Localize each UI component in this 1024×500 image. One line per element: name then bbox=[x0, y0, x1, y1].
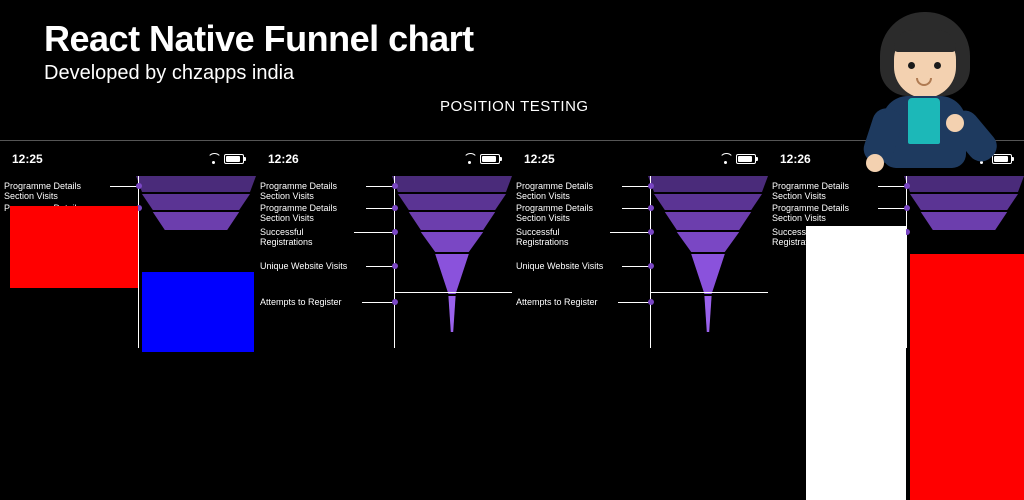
dot-icon bbox=[648, 205, 654, 211]
funnel-segment bbox=[392, 194, 512, 210]
section-label: POSITION TESTING bbox=[440, 98, 589, 115]
battery-icon bbox=[992, 154, 1012, 164]
funnel-label: Programme Details Section Visits bbox=[260, 204, 354, 224]
battery-icon bbox=[224, 154, 244, 164]
wifi-icon bbox=[463, 155, 476, 164]
dot-icon bbox=[392, 205, 398, 211]
wifi-icon bbox=[719, 155, 732, 164]
funnel-segment bbox=[648, 232, 768, 252]
axis-vertical bbox=[650, 176, 651, 348]
funnel-segment bbox=[648, 212, 768, 230]
panel-3: 12:25 Programme Details Section Visits P… bbox=[512, 146, 768, 500]
dot-icon bbox=[648, 229, 654, 235]
funnel-chart bbox=[648, 176, 768, 346]
funnel-segment bbox=[648, 254, 768, 294]
page-title: React Native Funnel chart bbox=[44, 18, 474, 60]
axis-vertical bbox=[394, 176, 395, 348]
axis-horizontal bbox=[650, 292, 768, 293]
funnel-label: Successful Registrations bbox=[260, 228, 354, 248]
avatar-illustration bbox=[862, 12, 992, 182]
status-icons bbox=[207, 154, 244, 164]
funnel-label: Programme Details Section Visits bbox=[260, 182, 354, 202]
connector-line bbox=[618, 302, 652, 303]
funnel-segment bbox=[136, 176, 256, 192]
funnel-label: Programme Details Section Visits bbox=[516, 182, 610, 202]
funnel-segment bbox=[904, 212, 1024, 230]
axis-horizontal bbox=[394, 292, 512, 293]
dot-icon bbox=[392, 263, 398, 269]
funnel-segment bbox=[392, 232, 512, 252]
funnel-label: Attempts to Register bbox=[516, 298, 598, 308]
dot-icon bbox=[904, 183, 910, 189]
funnel-segment bbox=[392, 296, 512, 332]
panel-1: 12:25 Programme Details Section Visits P… bbox=[0, 146, 256, 500]
panel-2: 12:26 Programme Details Section Visits P… bbox=[256, 146, 512, 500]
dot-icon bbox=[392, 183, 398, 189]
funnel-segment bbox=[392, 254, 512, 294]
funnel-label: Programme Details Section Visits bbox=[772, 182, 866, 202]
funnel-label: Attempts to Register bbox=[260, 298, 342, 308]
connector-line bbox=[362, 302, 396, 303]
dot-icon bbox=[904, 205, 910, 211]
funnel-segment bbox=[904, 194, 1024, 210]
status-time: 12:26 bbox=[268, 152, 299, 166]
funnel-segment bbox=[136, 194, 256, 210]
wifi-icon bbox=[207, 155, 220, 164]
overlay-red bbox=[10, 206, 138, 288]
subtitle: Developed by chzapps india bbox=[44, 62, 294, 85]
overlay-red bbox=[910, 254, 1024, 500]
funnel-segment bbox=[392, 212, 512, 230]
overlay-white bbox=[806, 226, 906, 500]
axis-vertical bbox=[906, 176, 907, 348]
funnel-segment bbox=[648, 194, 768, 210]
dot-icon bbox=[648, 183, 654, 189]
dot-icon bbox=[648, 263, 654, 269]
funnel-segment bbox=[648, 296, 768, 332]
axis-vertical bbox=[138, 176, 139, 348]
status-time: 12:25 bbox=[12, 152, 43, 166]
panel-4: 12:26 Programme Details Section Visits P… bbox=[768, 146, 1024, 500]
dot-icon bbox=[392, 299, 398, 305]
status-bar: 12:26 bbox=[256, 146, 512, 170]
status-icons bbox=[719, 154, 756, 164]
dot-icon bbox=[648, 299, 654, 305]
funnel-chart bbox=[392, 176, 512, 346]
overlay-blue bbox=[142, 272, 254, 352]
battery-icon bbox=[736, 154, 756, 164]
funnel-segment bbox=[392, 176, 512, 192]
funnel-label: Unique Website Visits bbox=[516, 262, 603, 272]
status-bar: 12:25 bbox=[512, 146, 768, 170]
funnel-label: Programme Details Section Visits bbox=[516, 204, 610, 224]
status-time: 12:26 bbox=[780, 152, 811, 166]
dot-icon bbox=[392, 229, 398, 235]
funnel-label: Successful Registrations bbox=[516, 228, 610, 248]
status-icons bbox=[463, 154, 500, 164]
status-bar: 12:25 bbox=[0, 146, 256, 170]
dot-icon bbox=[136, 183, 142, 189]
connector-line bbox=[354, 232, 396, 233]
funnel-label: Unique Website Visits bbox=[260, 262, 347, 272]
battery-icon bbox=[480, 154, 500, 164]
funnel-label: Programme Details Section Visits bbox=[772, 204, 866, 224]
connector-line bbox=[610, 232, 652, 233]
funnel-segment bbox=[136, 212, 256, 230]
funnel-label: Programme Details Section Visits bbox=[4, 182, 98, 202]
status-time: 12:25 bbox=[524, 152, 555, 166]
funnel-segment bbox=[648, 176, 768, 192]
